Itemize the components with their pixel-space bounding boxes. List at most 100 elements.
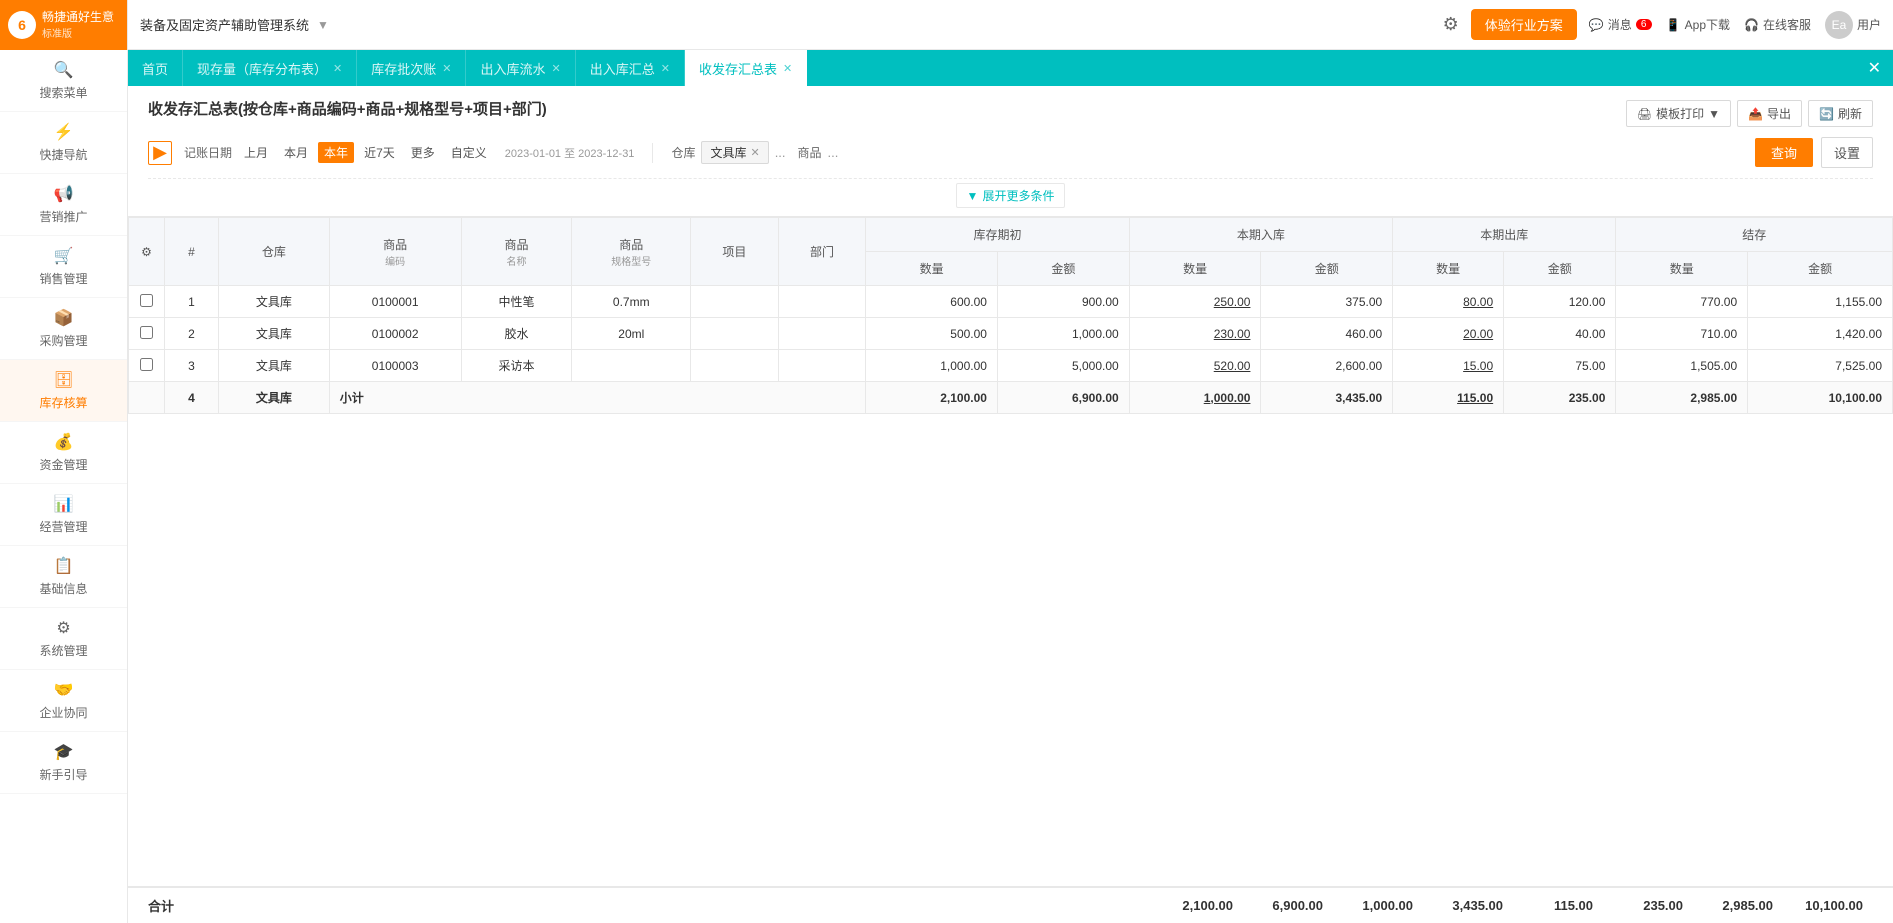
experience-btn[interactable]: 体验行业方案 [1471,9,1577,40]
tab-home[interactable]: 首页 [128,50,183,86]
print-btn[interactable]: 🖨 模板打印 ▼ [1626,100,1731,127]
subtotal-in-qty[interactable]: 1,000.00 [1129,382,1261,414]
tab-bar-close-all[interactable]: ✕ [1856,58,1893,78]
col-project: 项目 [691,218,779,286]
subtotal-in-amt: 3,435.00 [1261,382,1393,414]
subtotal-opening-qty: 2,100.00 [866,382,998,414]
col-dept: 部门 [778,218,866,286]
export-btn[interactable]: 📤 导出 [1737,100,1802,127]
col-end-amt: 金额 [1748,252,1893,286]
sidebar-item-sales[interactable]: 🛒 销售管理 [0,236,127,298]
row-project [691,350,779,382]
sidebar-item-operations[interactable]: 📊 经营管理 [0,484,127,546]
row-in-amt: 460.00 [1261,318,1393,350]
row-checkbox[interactable] [129,286,165,318]
warehouse-filter-group: 仓库 文具库 ✕ ... [671,141,785,164]
footer-bar: 合计 2,100.00 6,900.00 1,000.00 3,435.00 1… [128,886,1893,923]
row-opening-qty: 600.00 [866,286,998,318]
row-checkbox[interactable] [129,318,165,350]
tab-close-inout_flow[interactable]: ✕ [552,62,561,75]
sidebar-item-inventory[interactable]: 🗄 库存核算 [0,360,127,422]
tab-recv_send_summary[interactable]: 收发存汇总表✕ [685,50,807,86]
message-item[interactable]: 💬 消息 6 [1589,16,1652,33]
app-download-item[interactable]: 📱 App下载 [1666,16,1730,33]
tab-label-home: 首页 [142,59,168,78]
settings-btn[interactable]: 设置 [1821,137,1873,168]
filter-bar: ▶ 记账日期 上月本月本年近7天更多自定义 2023-01-01 至 2023-… [148,137,1873,178]
row-out-qty[interactable]: 20.00 [1393,318,1504,350]
col-in-qty: 数量 [1129,252,1261,286]
sidebar-item-purchase[interactable]: 📦 采购管理 [0,298,127,360]
page-header: 收发存汇总表(按仓库+商品编码+商品+规格型号+项目+部门) 🖨 模板打印 ▼ … [128,86,1893,217]
row-opening-amt: 900.00 [997,286,1129,318]
tab-inout_flow[interactable]: 出入库流水✕ [466,50,575,86]
date-tab-更多[interactable]: 更多 [405,142,441,163]
user-item[interactable]: Ea 用户 [1825,11,1881,39]
sidebar-item-system[interactable]: ⚙ 系统管理 [0,608,127,670]
row-dept [778,286,866,318]
date-tab-本月[interactable]: 本月 [278,142,314,163]
settings-icon[interactable]: ⚙ [1443,14,1459,35]
system-arrow-icon: ▼ [317,18,329,32]
date-tab-上月[interactable]: 上月 [238,142,274,163]
sidebar-label-quick: 快捷导航 [39,146,87,163]
row-seq: 1 [165,286,219,318]
subtotal-label: 小计 [329,382,865,414]
refresh-btn[interactable]: 🔄 刷新 [1808,100,1873,127]
footer-out-amt: 235.00 [1603,898,1693,913]
date-tab-本年[interactable]: 本年 [318,142,354,163]
footer-opening-amt: 6,900.00 [1243,898,1333,913]
tab-close-batch_ledger[interactable]: ✕ [442,62,451,75]
warehouse-tag-close[interactable]: ✕ [750,146,759,159]
date-tab-自定义[interactable]: 自定义 [445,142,493,163]
app-download-label: App下载 [1685,16,1730,33]
date-tab-近7天[interactable]: 近7天 [358,142,401,163]
row-in-qty[interactable]: 230.00 [1129,318,1261,350]
warehouse-ellipsis[interactable]: ... [775,145,786,160]
sidebar-item-marketing[interactable]: 📢 营销推广 [0,174,127,236]
tab-close-inout_summary[interactable]: ✕ [661,62,670,75]
sidebar-item-basic[interactable]: 📋 基础信息 [0,546,127,608]
row-dept [778,350,866,382]
row-end-qty: 770.00 [1616,286,1748,318]
query-btn[interactable]: 查询 [1755,138,1813,167]
tab-close-recv_send_summary[interactable]: ✕ [783,62,792,75]
export-icon: 📤 [1748,107,1763,121]
col-opening-qty: 数量 [866,252,998,286]
online-service-item[interactable]: 🎧 在线客服 [1744,16,1811,33]
sidebar-label-finance: 资金管理 [39,456,87,473]
goods-ellipsis[interactable]: ... [828,145,839,160]
row-goods-code: 0100003 [329,350,461,382]
sidebar-icon-guide: 🎓 [54,742,74,762]
subtotal-warehouse: 文具库 [218,382,329,414]
footer-opening-qty: 2,100.00 [1153,898,1243,913]
row-checkbox[interactable] [129,350,165,382]
tab-inout_summary[interactable]: 出入库汇总✕ [576,50,685,86]
row-out-qty[interactable]: 15.00 [1393,350,1504,382]
sidebar-item-guide[interactable]: 🎓 新手引导 [0,732,127,794]
tab-stock_dist[interactable]: 现存量（库存分布表）✕ [183,50,357,86]
row-goods-spec: 0.7mm [572,286,691,318]
footer-end-qty: 2,985.00 [1693,898,1783,913]
sidebar-icon-operations: 📊 [54,494,74,514]
subtotal-out-qty[interactable]: 115.00 [1393,382,1504,414]
avatar: Ea [1825,11,1853,39]
row-out-amt: 75.00 [1504,350,1616,382]
footer-in-amt: 3,435.00 [1423,898,1513,913]
sidebar-item-finance[interactable]: 💰 资金管理 [0,422,127,484]
row-in-qty[interactable]: 250.00 [1129,286,1261,318]
row-in-qty[interactable]: 520.00 [1129,350,1261,382]
tab-batch_ledger[interactable]: 库存批次账✕ [357,50,466,86]
row-out-qty[interactable]: 80.00 [1393,286,1504,318]
row-dept [778,318,866,350]
sidebar-item-search[interactable]: 🔍 搜索菜单 [0,50,127,112]
col-warehouse: 仓库 [218,218,329,286]
filter-toggle-btn[interactable]: ▶ [148,141,172,165]
col-settings[interactable]: ⚙ [129,218,165,286]
goods-filter-group: 商品 ... [798,144,839,161]
tab-close-stock_dist[interactable]: ✕ [333,62,342,75]
expand-more-btn[interactable]: ▼ 展开更多条件 [956,183,1066,208]
sidebar-item-quick[interactable]: ⚡ 快捷导航 [0,112,127,174]
sidebar-label-collab: 企业协同 [39,704,87,721]
sidebar-item-collab[interactable]: 🤝 企业协同 [0,670,127,732]
